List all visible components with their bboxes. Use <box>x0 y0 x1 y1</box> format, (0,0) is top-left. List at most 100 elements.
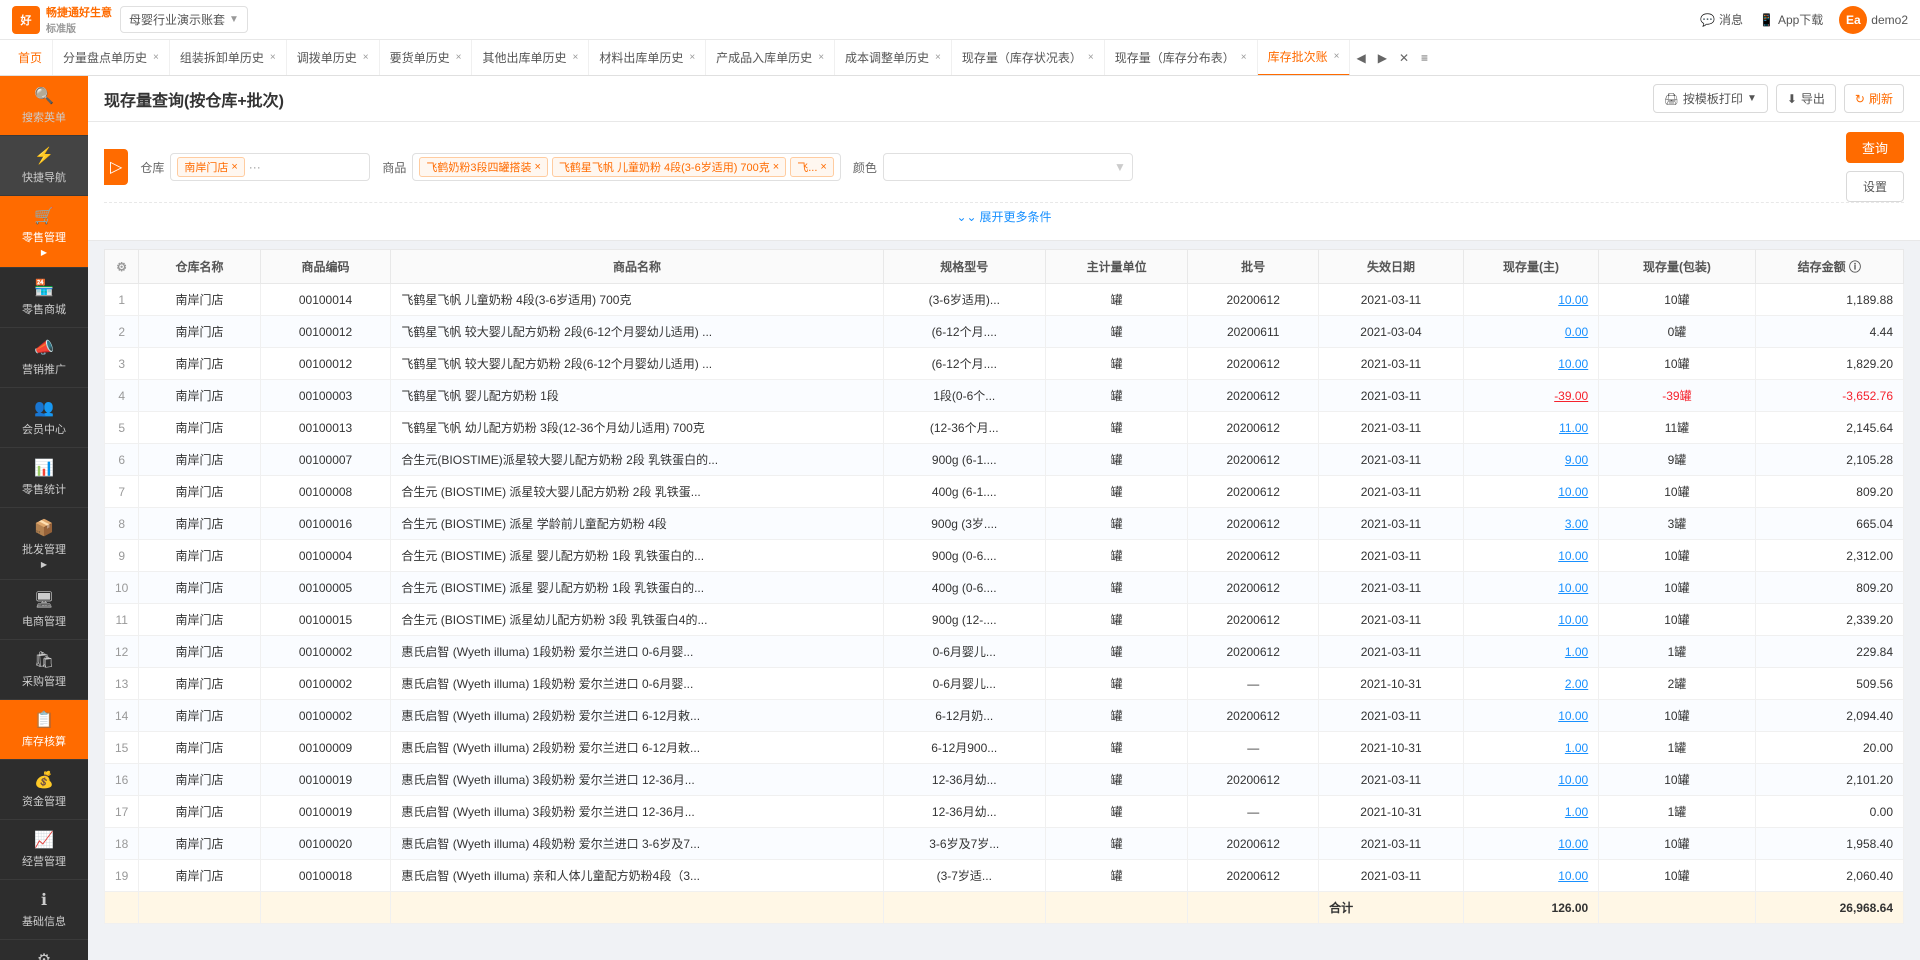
tab-9[interactable]: 现存量（库存状况表） × <box>952 40 1105 76</box>
print-button[interactable]: 🖨 查询 按模板打印 ▼ <box>1653 84 1768 113</box>
sidebar-item-retail-mgmt[interactable]: 🛒 零售管理 ▶ <box>0 196 88 268</box>
warehouse-label: 仓库 <box>140 159 164 176</box>
tab-3[interactable]: 调拨单历史 × <box>287 40 380 76</box>
filter-area: ▷ 仓库 南岸门店 × ··· 商品 <box>88 122 1920 241</box>
table-container: ⚙ 仓库名称 商品编码 商品名称 规格型号 主计量单位 批号 失效日期 现存量(… <box>88 241 1920 960</box>
inventory-table: ⚙ 仓库名称 商品编码 商品名称 规格型号 主计量单位 批号 失效日期 现存量(… <box>104 249 1904 924</box>
close-icon[interactable]: × <box>1334 51 1340 62</box>
tab-10[interactable]: 现存量（库存分布表） × <box>1105 40 1258 76</box>
sidebar-item-inventory[interactable]: 📋 库存核算 <box>0 700 88 760</box>
table-row: 19 南岸门店 00100018 惠氏启智 (Wyeth illuma) 亲和人… <box>105 860 1904 892</box>
sidebar-item-finance[interactable]: 💰 资金管理 <box>0 760 88 820</box>
search-icon: 🔍 <box>34 86 54 106</box>
close-icon[interactable]: × <box>363 52 369 63</box>
settings-icon[interactable]: ⚙ <box>116 260 127 274</box>
tab-4[interactable]: 要货单历史 × <box>380 40 473 76</box>
sidebar-item-basic-info[interactable]: ℹ 基础信息 <box>0 880 88 940</box>
sidebar-item-system[interactable]: ⚙ 系统管理 <box>0 940 88 960</box>
table-row: 15 南岸门店 00100009 惠氏启智 (Wyeth illuma) 2段奶… <box>105 732 1904 764</box>
col-batch: 批号 <box>1188 250 1319 284</box>
warehouse-tag: 南岸门店 × <box>177 157 244 177</box>
remove-product-icon[interactable]: × <box>773 161 779 173</box>
top-bar-left: 好 畅捷通好生意 标准版 母婴行业演示账套 ▼ <box>12 4 248 35</box>
nav-menu-icon[interactable]: ≡ <box>1415 51 1434 65</box>
tab-8[interactable]: 成本调整单历史 × <box>835 40 952 76</box>
table-row: 5 南岸门店 00100013 飞鹤星飞帆 幼儿配方奶粉 3段(12-36个月幼… <box>105 412 1904 444</box>
nav-close-icon[interactable]: ✕ <box>1393 51 1415 65</box>
table-row: 7 南岸门店 00100008 合生元 (BIOSTIME) 派星较大婴儿配方奶… <box>105 476 1904 508</box>
operations-icon: 📈 <box>34 830 54 850</box>
setting-button[interactable]: 设置 <box>1846 171 1904 202</box>
table-row: 13 南岸门店 00100002 惠氏启智 (Wyeth illuma) 1段奶… <box>105 668 1904 700</box>
filter-row: ▷ 仓库 南岸门店 × ··· 商品 <box>104 132 1904 202</box>
table-row: 9 南岸门店 00100004 合生元 (BIOSTIME) 派星 婴儿配方奶粉… <box>105 540 1904 572</box>
sidebar-item-search[interactable]: 🔍 搜索英单 <box>0 76 88 136</box>
sidebar-item-members[interactable]: 👥 会员中心 <box>0 388 88 448</box>
remove-warehouse-icon[interactable]: × <box>231 161 237 173</box>
org-selector[interactable]: 母婴行业演示账套 ▼ <box>120 6 248 33</box>
color-label: 颜色 <box>853 159 877 176</box>
close-icon[interactable]: × <box>572 52 578 63</box>
sidebar-item-marketing[interactable]: 📣 营销推广 <box>0 328 88 388</box>
tab-11[interactable]: 库存批次账 × <box>1258 40 1351 76</box>
logo-text: 畅捷通好生意 标准版 <box>46 4 112 35</box>
col-qty-pkg: 现存量(包装) <box>1599 250 1755 284</box>
close-icon[interactable]: × <box>153 52 159 63</box>
close-icon[interactable]: × <box>270 52 276 63</box>
info-icon: ℹ <box>41 890 47 910</box>
table-row: 12 南岸门店 00100002 惠氏启智 (Wyeth illuma) 1段奶… <box>105 636 1904 668</box>
more-options-icon[interactable]: ··· <box>249 160 261 174</box>
product-input[interactable]: 飞鹤奶粉3段四罐搭装 × 飞鹤星飞帆 儿童奶粉 4段(3-6岁适用) 700克 … <box>412 153 840 181</box>
close-icon[interactable]: × <box>1241 52 1247 63</box>
chevron-down-icon: ▼ <box>1747 93 1757 104</box>
col-name: 商品名称 <box>391 250 883 284</box>
product-tag-1: 飞鹤奶粉3段四罐搭装 × <box>419 157 548 177</box>
refresh-button[interactable]: ↻ 刷新 <box>1844 84 1904 113</box>
chevron-down-icon: ⌄⌄ <box>956 210 976 224</box>
tab-1[interactable]: 分量盘点单历史 × <box>53 40 170 76</box>
close-icon[interactable]: × <box>1088 52 1094 63</box>
lightning-icon: ⚡ <box>34 146 54 166</box>
total-amount: 26,968.64 <box>1755 892 1903 924</box>
nav-next-icon[interactable]: ▶ <box>1372 51 1393 65</box>
sidebar-item-retail-stats[interactable]: 📊 零售统计 <box>0 448 88 508</box>
page-actions: 🖨 查询 按模板打印 ▼ ⬇ 导出 ↻ 刷新 <box>1653 84 1904 113</box>
export-button[interactable]: ⬇ 导出 <box>1776 84 1836 113</box>
sidebar-item-ecommerce[interactable]: 🖥 电商管理 <box>0 580 88 640</box>
close-icon[interactable]: × <box>689 52 695 63</box>
tab-6[interactable]: 材料出库单历史 × <box>589 40 706 76</box>
cart-icon: 🛒 <box>34 206 54 226</box>
sidebar-item-retail-shop[interactable]: 🏪 零售商城 <box>0 268 88 328</box>
filter-toggle-button[interactable]: ▷ <box>104 149 128 185</box>
col-checkbox[interactable]: ⚙ <box>105 250 139 284</box>
message-btn[interactable]: 💬 消息 <box>1700 11 1743 28</box>
close-icon[interactable]: × <box>818 52 824 63</box>
tab-5[interactable]: 其他出库单历史 × <box>472 40 589 76</box>
nav-prev-icon[interactable]: ◀ <box>1350 51 1371 65</box>
phone-icon: 📱 <box>1759 13 1774 27</box>
expand-conditions-button[interactable]: ⌄⌄ 展开更多条件 <box>104 202 1904 230</box>
remove-product-icon[interactable]: × <box>534 161 540 173</box>
color-input[interactable]: ▼ <box>883 153 1133 181</box>
col-qty-main: 现存量(主) <box>1463 250 1598 284</box>
sidebar-item-quick-nav[interactable]: ⚡ 快捷导航 <box>0 136 88 196</box>
product-tag-3: 飞... × <box>790 157 834 177</box>
app-download-btn[interactable]: 📱 App下载 <box>1759 11 1823 28</box>
sidebar-item-wholesale[interactable]: 📦 批发管理 ▶ <box>0 508 88 580</box>
sidebar-item-purchase[interactable]: 🛍 采购管理 <box>0 640 88 700</box>
close-icon[interactable]: × <box>456 52 462 63</box>
tab-7[interactable]: 产成品入库单历史 × <box>706 40 835 76</box>
finance-icon: 💰 <box>34 770 54 790</box>
query-button[interactable]: 查询 <box>1846 132 1904 163</box>
warehouse-filter-group: 仓库 南岸门店 × ··· <box>140 153 370 181</box>
tab-home[interactable]: 首页 <box>8 40 53 76</box>
col-code: 商品编码 <box>260 250 391 284</box>
table-header-row: ⚙ 仓库名称 商品编码 商品名称 规格型号 主计量单位 批号 失效日期 现存量(… <box>105 250 1904 284</box>
sidebar-item-operations[interactable]: 📈 经营管理 <box>0 820 88 880</box>
remove-product-icon[interactable]: × <box>820 161 826 173</box>
arrow-icon: ▶ <box>41 248 47 257</box>
user-area[interactable]: Ea demo2 <box>1839 6 1908 34</box>
tab-2[interactable]: 组装拆卸单历史 × <box>170 40 287 76</box>
warehouse-input[interactable]: 南岸门店 × ··· <box>170 153 370 181</box>
close-icon[interactable]: × <box>935 52 941 63</box>
